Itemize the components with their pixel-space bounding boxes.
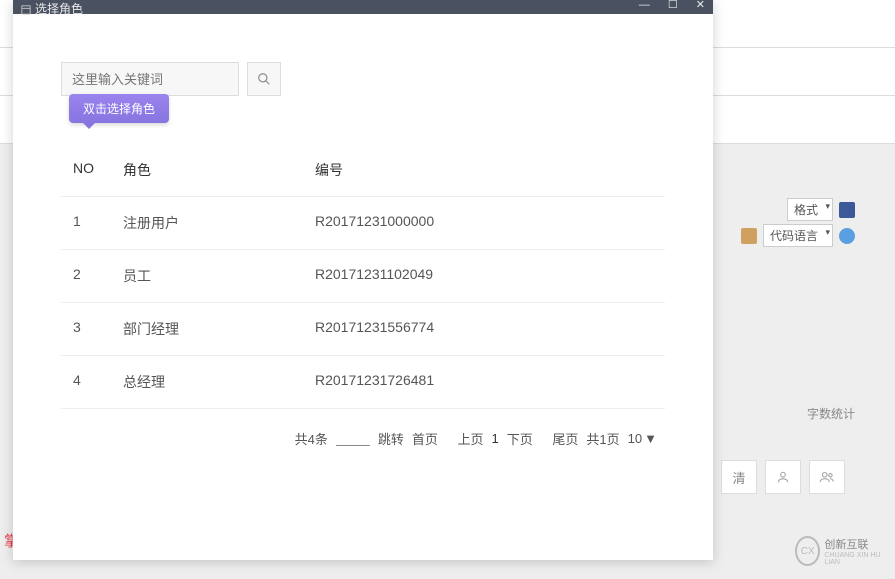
user-button[interactable] <box>765 460 801 494</box>
window-icon <box>21 4 31 14</box>
cell-role: 注册用户 <box>123 213 315 233</box>
cell-code: R20171231556774 <box>315 319 653 339</box>
search-row: 双击选择角色 <box>61 62 665 96</box>
editor-toolbar-2: 代码语言 <box>741 224 855 247</box>
next-page-link[interactable]: 下页 <box>507 429 533 448</box>
cell-no: 1 <box>73 213 123 233</box>
last-page-link[interactable]: 尾页 <box>552 429 578 448</box>
table-row[interactable]: 1注册用户R20171231000000 <box>61 197 665 250</box>
table-header: NO 角色 编号 <box>61 144 665 197</box>
page-jump-input[interactable] <box>336 432 370 446</box>
cell-role: 部门经理 <box>123 319 315 339</box>
cell-role: 总经理 <box>123 372 315 392</box>
format-dropdown[interactable]: 格式 <box>787 198 833 221</box>
total-count: 共4条 <box>295 429 328 448</box>
search-icon <box>257 72 271 86</box>
role-select-dialog: 选择角色 — ☐ ✕ 双击选择角色 NO 角色 编号 1注册用户R2017123… <box>13 0 713 560</box>
search-button[interactable] <box>247 62 281 96</box>
logo-stamp: CX 创新互联 CHUANG XIN HU LIAN <box>795 533 885 569</box>
page-size-select[interactable]: 10 ▼ <box>628 431 657 446</box>
maximize-button[interactable]: ☐ <box>668 0 678 10</box>
bg-action-buttons: 清 <box>721 460 845 494</box>
jump-link[interactable]: 跳转 <box>378 429 404 448</box>
cell-code: R20171231726481 <box>315 372 653 392</box>
users-button[interactable] <box>809 460 845 494</box>
chevron-down-icon: ▼ <box>644 431 657 446</box>
table-row[interactable]: 4总经理R20171231726481 <box>61 356 665 409</box>
logo-icon: CX <box>795 536 820 566</box>
table-row[interactable]: 3部门经理R20171231556774 <box>61 303 665 356</box>
search-input[interactable] <box>61 62 239 96</box>
current-page: 1 <box>492 431 499 446</box>
word-count-link[interactable]: 字数统计 <box>807 405 855 422</box>
col-header-code: 编号 <box>315 160 653 180</box>
cell-no: 4 <box>73 372 123 392</box>
dialog-titlebar: 选择角色 — ☐ ✕ <box>13 0 713 14</box>
first-page-link[interactable]: 首页 <box>412 429 438 448</box>
editor-toolbar-1: 格式 <box>787 198 855 221</box>
pagination: 共4条 跳转 首页 上页 1 下页 尾页 共1页 10 ▼ <box>61 429 665 448</box>
cell-role: 员工 <box>123 266 315 286</box>
col-header-role: 角色 <box>123 160 315 180</box>
cell-no: 2 <box>73 266 123 286</box>
globe-icon[interactable] <box>839 228 855 244</box>
prev-page-link[interactable]: 上页 <box>458 429 484 448</box>
code-lang-dropdown[interactable]: 代码语言 <box>763 224 833 247</box>
table-row[interactable]: 2员工R20171231102049 <box>61 250 665 303</box>
tooltip-hint: 双击选择角色 <box>69 94 169 123</box>
col-header-no: NO <box>73 160 123 180</box>
close-button[interactable]: ✕ <box>696 0 705 10</box>
cell-no: 3 <box>73 319 123 339</box>
cell-code: R20171231102049 <box>315 266 653 286</box>
clear-button[interactable]: 清 <box>721 460 757 494</box>
dialog-title: 选择角色 <box>35 0 83 17</box>
dialog-body: 双击选择角色 NO 角色 编号 1注册用户R201712310000002员工R… <box>13 14 713 468</box>
total-pages: 共1页 <box>586 429 619 448</box>
fullscreen-icon[interactable] <box>839 202 855 218</box>
inline-icon[interactable] <box>741 228 757 244</box>
minimize-button[interactable]: — <box>639 0 650 10</box>
role-table: NO 角色 编号 1注册用户R201712310000002员工R2017123… <box>61 144 665 409</box>
cell-code: R20171231000000 <box>315 213 653 233</box>
